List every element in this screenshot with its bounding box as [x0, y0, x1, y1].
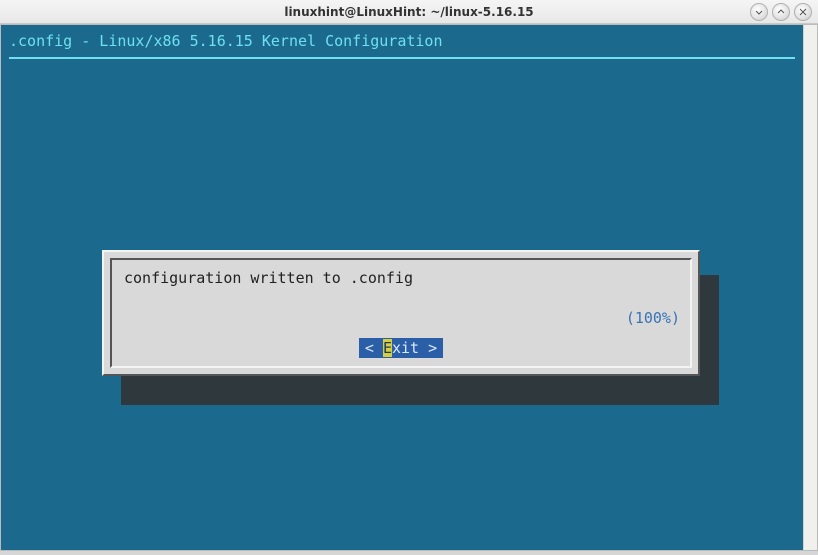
config-dialog: configuration written to .config (100%) … [102, 250, 700, 376]
terminal-frame: .config - Linux/x86 5.16.15 Kernel Confi… [0, 24, 818, 551]
exit-button-rest: xit > [392, 339, 437, 357]
terminal-viewport: .config - Linux/x86 5.16.15 Kernel Confi… [1, 25, 803, 550]
exit-button-hotkey: E [383, 339, 392, 357]
dialog-progress: (100%) [112, 308, 690, 332]
maximize-button[interactable] [772, 3, 790, 21]
config-header: .config - Linux/x86 5.16.15 Kernel Confi… [1, 25, 803, 53]
dialog-inner: configuration written to .config (100%) … [110, 258, 692, 368]
dialog-button-row: < Exit > [112, 332, 690, 366]
config-header-rule [9, 57, 795, 59]
window-controls [750, 3, 812, 21]
close-button[interactable] [794, 3, 812, 21]
minimize-button[interactable] [750, 3, 768, 21]
terminal-scrollbar[interactable] [803, 25, 817, 550]
window-title: linuxhint@LinuxHint: ~/linux-5.16.15 [284, 5, 533, 19]
exit-button-prefix: < [365, 339, 383, 357]
window-titlebar: linuxhint@LinuxHint: ~/linux-5.16.15 [0, 0, 818, 24]
exit-button[interactable]: < Exit > [359, 338, 443, 358]
